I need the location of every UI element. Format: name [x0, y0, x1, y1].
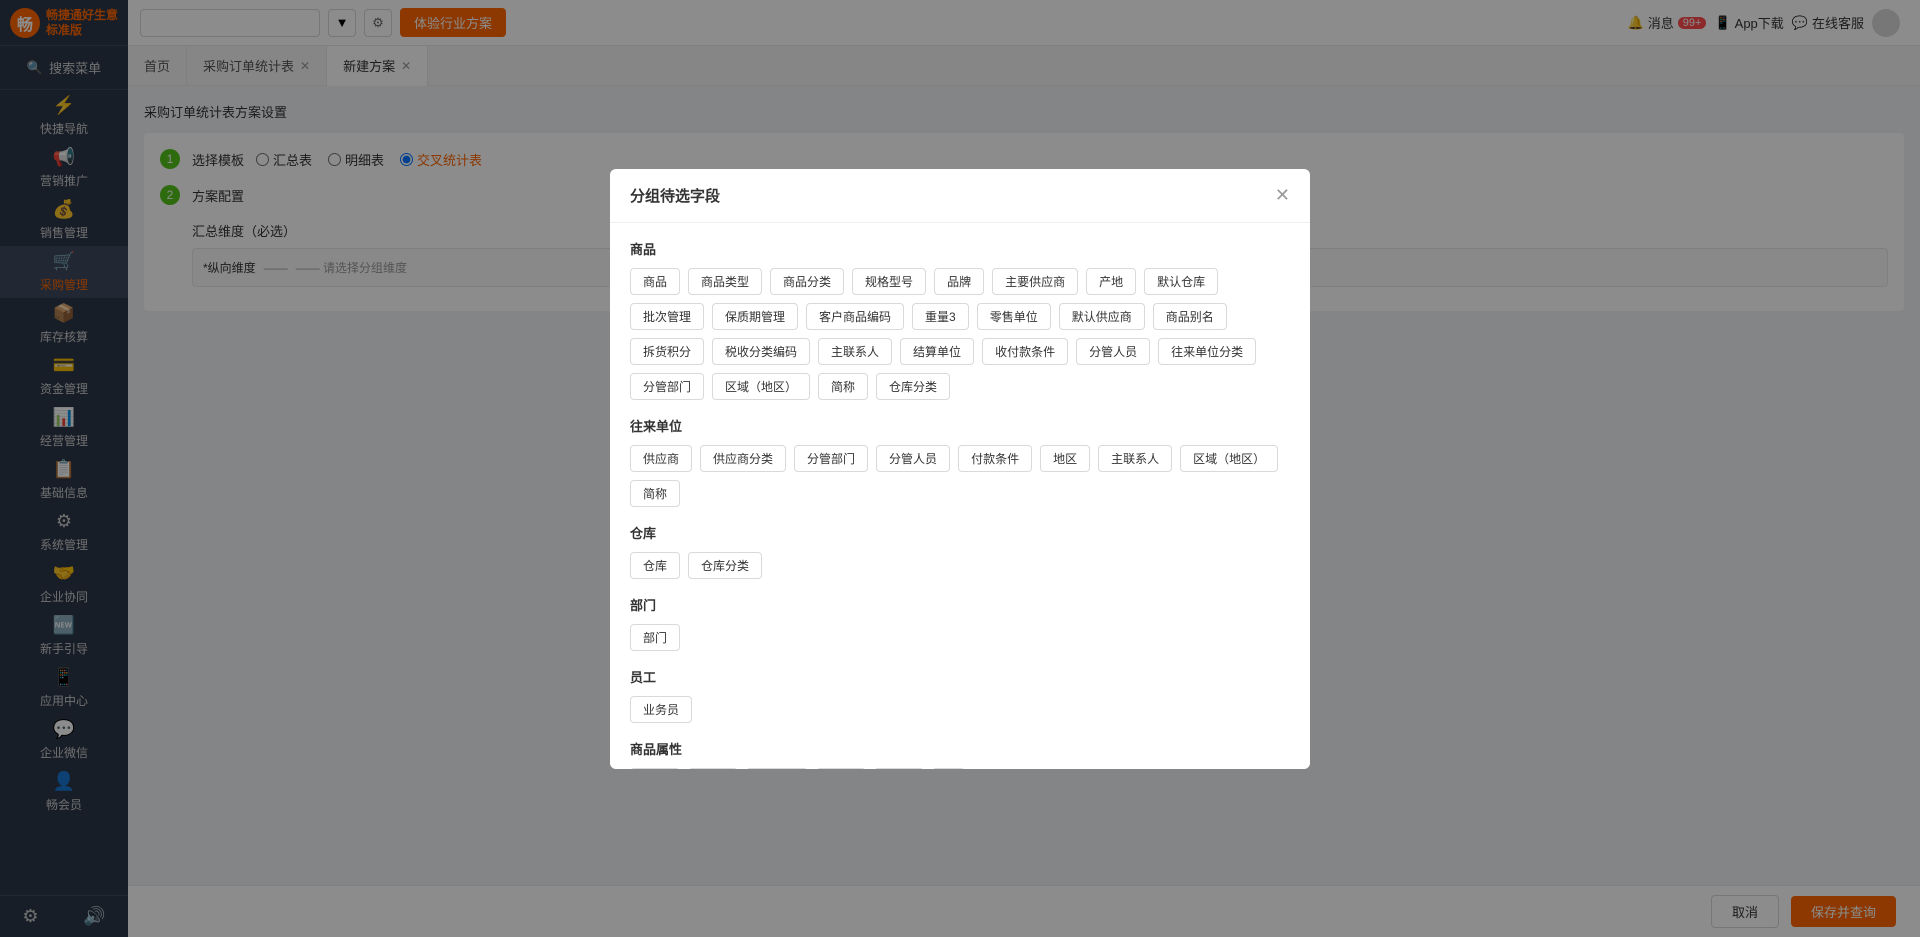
field-tag[interactable]: 结算单位 — [900, 338, 974, 365]
employee-field-tags: 业务员 — [630, 696, 1290, 723]
field-tag[interactable]: 属性 — [630, 768, 680, 769]
section-employee: 员工 业务员 — [630, 667, 1290, 723]
field-tag[interactable]: 鞋码 — [874, 768, 924, 769]
field-tag[interactable]: 地区 — [1040, 445, 1090, 472]
product-attr-field-tags: 属性 颜色 多规格 尺码 鞋码 1 — [630, 768, 1290, 769]
field-tag[interactable]: 批次管理 — [630, 303, 704, 330]
field-tag[interactable]: 主联系人 — [1098, 445, 1172, 472]
section-warehouse-title: 仓库 — [630, 523, 1290, 542]
section-warehouse: 仓库 仓库仓库分类 — [630, 523, 1290, 579]
field-tag[interactable]: 供应商 — [630, 445, 692, 472]
field-tag[interactable]: 仓库分类 — [876, 373, 950, 400]
field-tag[interactable]: 保质期管理 — [712, 303, 798, 330]
field-tag[interactable]: 商品 — [630, 268, 680, 295]
section-partner-title: 往来单位 — [630, 416, 1290, 435]
field-tag[interactable]: 部门 — [630, 624, 680, 651]
field-tag[interactable]: 主联系人 — [818, 338, 892, 365]
field-tag[interactable]: 区域（地区） — [712, 373, 810, 400]
partner-field-tags: 供应商供应商分类分管部门分管人员付款条件地区主联系人区域（地区） 简称 — [630, 445, 1290, 507]
field-tag[interactable]: 客户商品编码 — [806, 303, 904, 330]
modal-close-icon[interactable]: ✕ — [1275, 185, 1290, 206]
section-product: 商品 商品商品类型商品分类规格型号品牌主要供应商产地默认仓库批次管理保质期管理客… — [630, 239, 1290, 400]
field-tag[interactable]: 分管人员 — [1076, 338, 1150, 365]
field-tag[interactable]: 默认仓库 — [1144, 268, 1218, 295]
section-department-title: 部门 — [630, 595, 1290, 614]
field-tag[interactable]: 业务员 — [630, 696, 692, 723]
field-tag[interactable]: 分管部门 — [630, 373, 704, 400]
section-product-title: 商品 — [630, 239, 1290, 258]
field-tag[interactable]: 供应商分类 — [700, 445, 786, 472]
field-tag[interactable]: 品牌 — [934, 268, 984, 295]
field-tag[interactable]: 尺码 — [816, 768, 866, 769]
field-tag[interactable]: 简称 — [818, 373, 868, 400]
field-tag[interactable]: 付款条件 — [958, 445, 1032, 472]
modal-header: 分组待选字段 ✕ — [610, 169, 1310, 223]
field-tag[interactable]: 区域（地区） — [1180, 445, 1278, 472]
modal: 分组待选字段 ✕ 商品 商品商品类型商品分类规格型号品牌主要供应商产地默认仓库批… — [610, 169, 1310, 769]
field-tag[interactable]: 分管人员 — [876, 445, 950, 472]
warehouse-field-tags: 仓库仓库分类 — [630, 552, 1290, 579]
field-tag[interactable]: 多规格 — [746, 768, 808, 769]
section-employee-title: 员工 — [630, 667, 1290, 686]
section-partner: 往来单位 供应商供应商分类分管部门分管人员付款条件地区主联系人区域（地区） 简称 — [630, 416, 1290, 507]
field-tag[interactable]: 仓库 — [630, 552, 680, 579]
section-product-attr: 商品属性 属性 颜色 多规格 尺码 鞋码 1 — [630, 739, 1290, 769]
field-tag[interactable]: 仓库分类 — [688, 552, 762, 579]
field-tag[interactable]: 商品分类 — [770, 268, 844, 295]
field-tag[interactable]: 颜色 — [688, 768, 738, 769]
field-tag[interactable]: 分管部门 — [794, 445, 868, 472]
field-tag[interactable]: 产地 — [1086, 268, 1136, 295]
department-field-tags: 部门 — [630, 624, 1290, 651]
modal-title: 分组待选字段 — [630, 185, 720, 206]
field-tag[interactable]: 规格型号 — [852, 268, 926, 295]
field-tag[interactable]: 默认供应商 — [1059, 303, 1145, 330]
field-tag[interactable]: 商品别名 — [1153, 303, 1227, 330]
field-tag[interactable]: 往来单位分类 — [1158, 338, 1256, 365]
section-department: 部门 部门 — [630, 595, 1290, 651]
section-product-attr-title: 商品属性 — [630, 739, 1290, 758]
product-field-tags: 商品商品类型商品分类规格型号品牌主要供应商产地默认仓库批次管理保质期管理客户商品… — [630, 268, 1290, 400]
modal-body[interactable]: 商品 商品商品类型商品分类规格型号品牌主要供应商产地默认仓库批次管理保质期管理客… — [610, 223, 1310, 769]
field-tag[interactable]: 重量3 — [912, 303, 969, 330]
field-tag[interactable]: 商品类型 — [688, 268, 762, 295]
field-tag[interactable]: 简称 — [630, 480, 680, 507]
field-tag[interactable]: 主要供应商 — [992, 268, 1078, 295]
field-tag[interactable]: 零售单位 — [977, 303, 1051, 330]
field-tag[interactable]: 收付款条件 — [982, 338, 1068, 365]
field-tag[interactable]: 1 — [932, 768, 965, 769]
field-tag[interactable]: 拆货积分 — [630, 338, 704, 365]
field-tag[interactable]: 税收分类编码 — [712, 338, 810, 365]
